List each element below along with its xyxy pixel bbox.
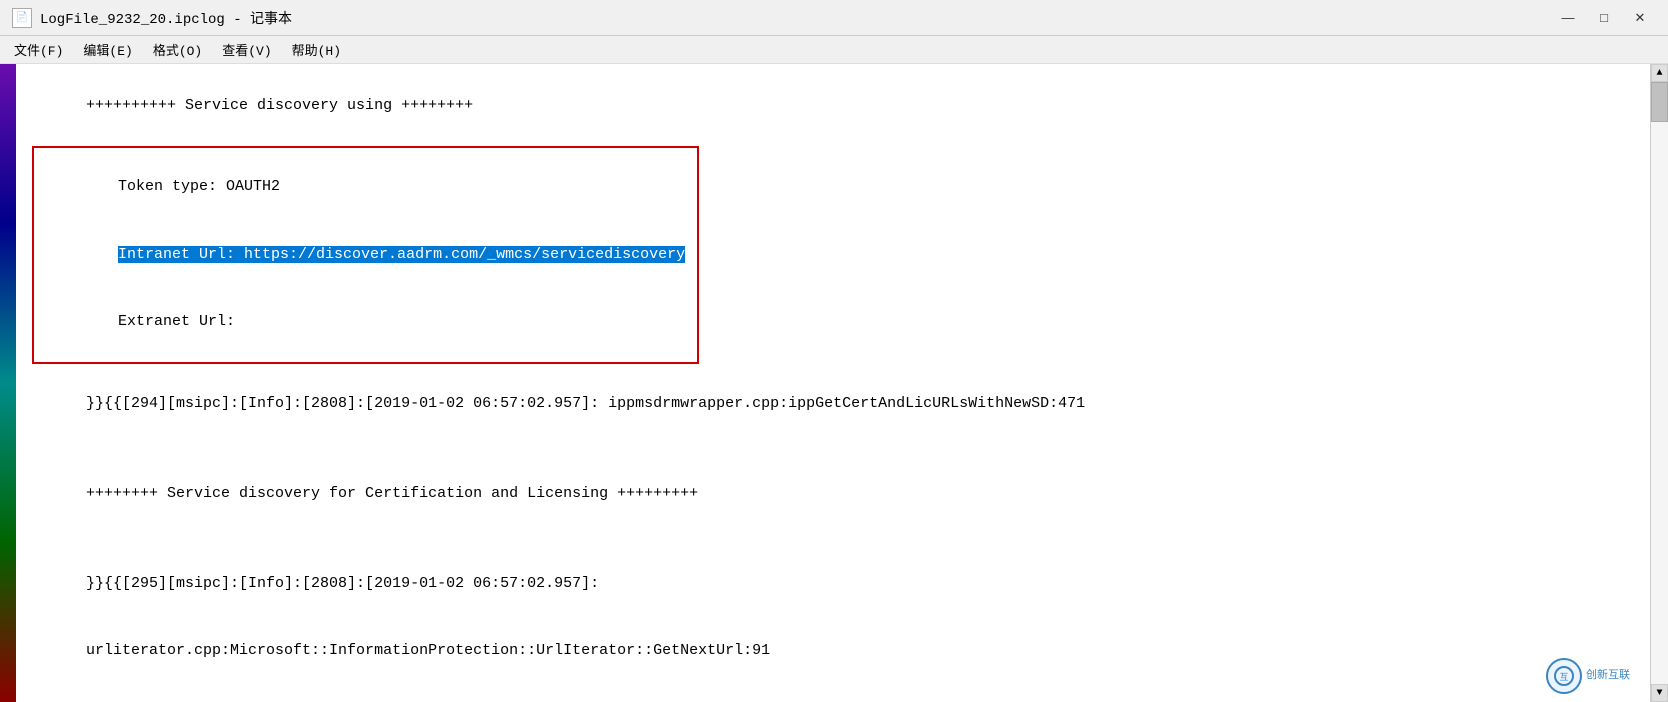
- line-service-cert: ++++++++ Service discovery for Certifica…: [32, 460, 1634, 528]
- scrollbar-thumb[interactable]: [1651, 82, 1668, 122]
- notepad-icon: 📄: [12, 8, 32, 28]
- extranet-url-line: Extranet Url:: [46, 289, 685, 357]
- token-info-box: Token type: OAUTH2 Intranet Url: https:/…: [32, 146, 699, 365]
- line-service-discovery: ++++++++++ Service discovery using +++++…: [32, 72, 1634, 140]
- menu-help[interactable]: 帮助(H): [284, 38, 349, 61]
- menu-bar: 文件(F) 编辑(E) 格式(O) 查看(V) 帮助(H): [0, 36, 1668, 64]
- watermark-logo: 互: [1546, 658, 1582, 694]
- menu-view[interactable]: 查看(V): [214, 38, 279, 61]
- maximize-button[interactable]: □: [1588, 6, 1620, 30]
- window-title: LogFile_9232_20.ipclog - 记事本: [40, 8, 292, 28]
- scrollbar[interactable]: ▲ ▼: [1650, 64, 1668, 702]
- intranet-url-line: Intranet Url: https://discover.aadrm.com…: [46, 221, 685, 289]
- menu-edit[interactable]: 编辑(E): [75, 38, 140, 61]
- menu-file[interactable]: 文件(F): [6, 38, 71, 61]
- scrollbar-up-button[interactable]: ▲: [1651, 64, 1668, 82]
- svg-text:互: 互: [1559, 672, 1568, 682]
- minimize-button[interactable]: —: [1552, 6, 1584, 30]
- menu-format[interactable]: 格式(O): [145, 38, 210, 61]
- watermark-svg-icon: 互: [1553, 665, 1575, 687]
- log-line-295: }}{{[295][msipc]:[Info]:[2808]:[2019-01-…: [32, 550, 1634, 618]
- title-bar-controls: — □ ✕: [1552, 6, 1656, 30]
- left-edge-decoration: [0, 64, 16, 702]
- intranet-url-selected: Intranet Url: https://discover.aadrm.com…: [118, 246, 685, 263]
- text-area[interactable]: ++++++++++ Service discovery using +++++…: [16, 64, 1650, 702]
- log-line-294: }}{{[294][msipc]:[Info]:[2808]:[2019-01-…: [32, 370, 1634, 438]
- scrollbar-down-button[interactable]: ▼: [1651, 684, 1668, 702]
- close-button[interactable]: ✕: [1624, 6, 1656, 30]
- content-wrapper: ++++++++++ Service discovery using +++++…: [0, 64, 1668, 702]
- watermark: 互 创新互联: [1546, 658, 1630, 694]
- title-bar: 📄 LogFile_9232_20.ipclog - 记事本 — □ ✕: [0, 0, 1668, 36]
- urliterator-line: urliterator.cpp:Microsoft::InformationPr…: [32, 618, 1634, 686]
- scrollbar-track[interactable]: [1651, 82, 1668, 684]
- watermark-text: 创新互联: [1586, 669, 1630, 682]
- title-bar-left: 📄 LogFile_9232_20.ipclog - 记事本: [12, 8, 292, 28]
- token-type-line: Token type: OAUTH2: [46, 154, 685, 222]
